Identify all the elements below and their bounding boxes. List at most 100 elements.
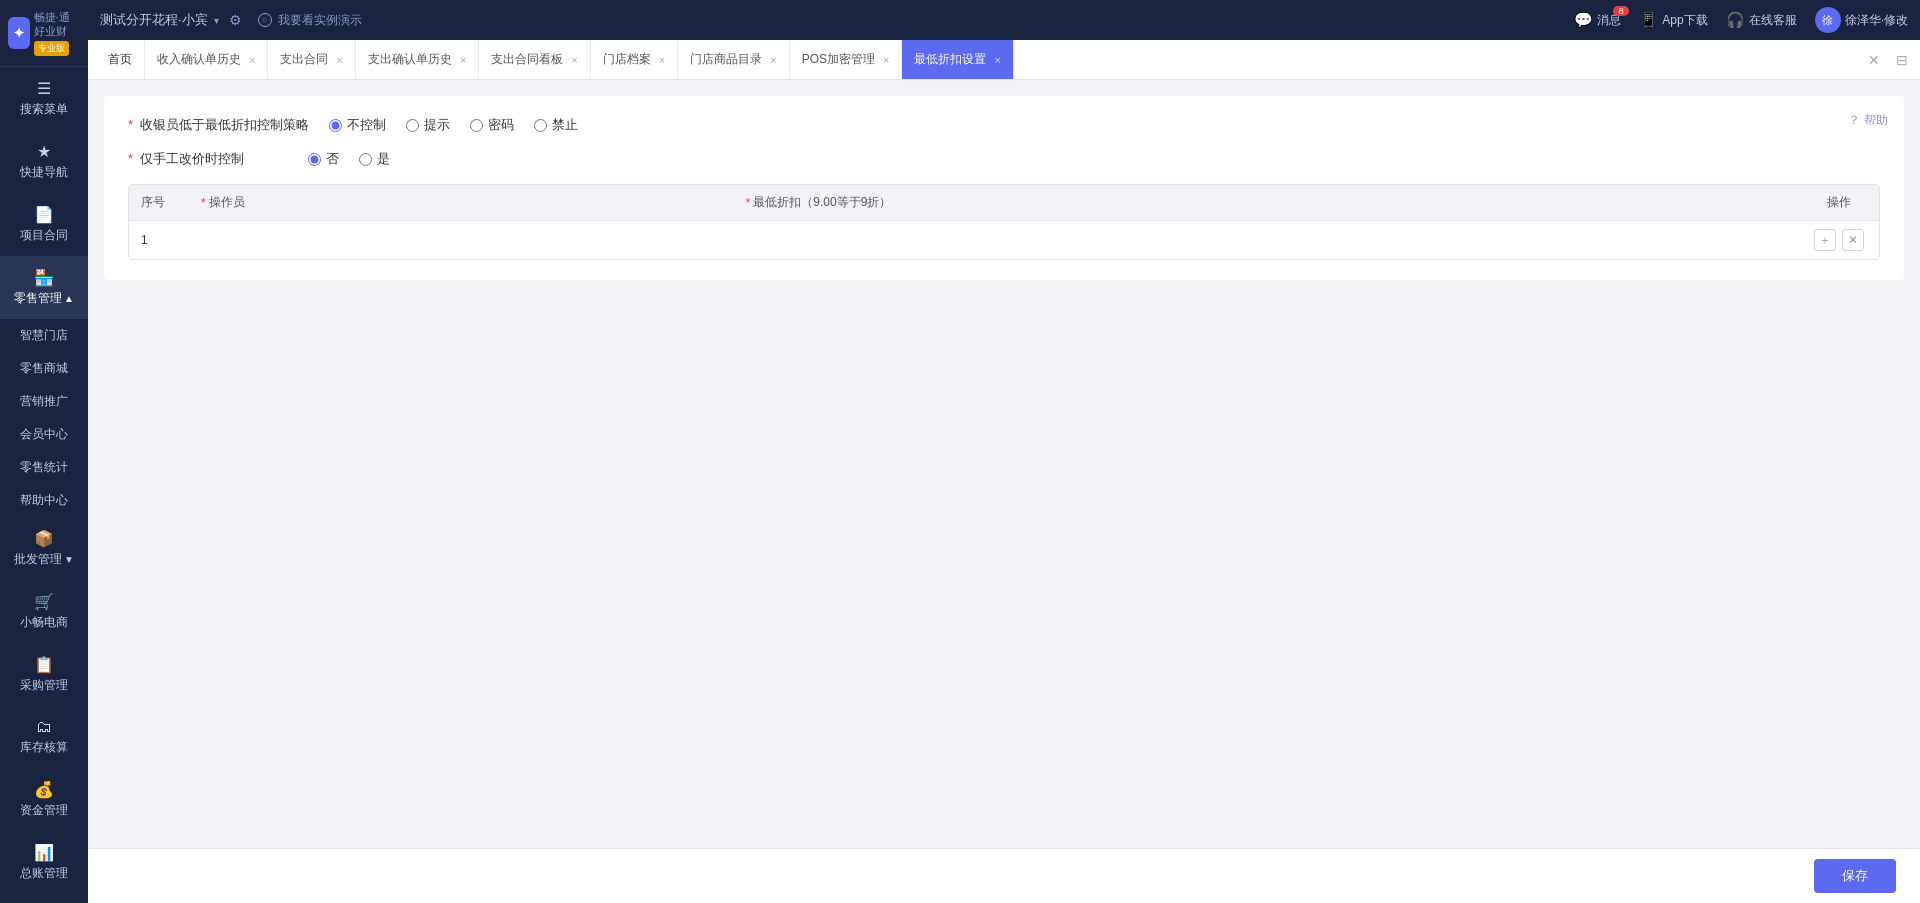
sidebar-item-ecommerce[interactable]: 零售商城 <box>0 352 88 385</box>
topbar-settings-button[interactable]: ⚙ <box>229 12 242 28</box>
wholesale-label-row: 批发管理 ▼ <box>4 551 84 568</box>
demo-link[interactable]: ○ 我要看实例演示 <box>258 12 362 29</box>
tab-store-catalog[interactable]: 门店商品目录 × <box>678 40 789 80</box>
tabbar: 首页 收入确认单历史 × 支出合同 × 支出确认单历史 × 支出合同看板 × 门… <box>88 40 1920 80</box>
messages-icon: 💬 <box>1574 11 1593 29</box>
delete-row-button[interactable]: ✕ <box>1842 229 1864 251</box>
radio-no[interactable]: 否 <box>308 150 339 168</box>
main-area: 测试分开花程·小宾 ▾ ⚙ ○ 我要看实例演示 💬 消息 8 📱 App下载 🎧… <box>88 0 1920 903</box>
col-operator-label: 操作员 <box>209 194 245 211</box>
sidebar-item-purchase[interactable]: 📋 采购管理 <box>0 643 88 706</box>
project-name: 测试分开花程·小宾 <box>100 11 208 29</box>
radio-forbid[interactable]: 禁止 <box>534 116 578 134</box>
radio-yes[interactable]: 是 <box>359 150 390 168</box>
sidebar-item-wholesale[interactable]: 📦 批发管理 ▼ <box>0 517 88 580</box>
radio-password-input[interactable] <box>470 119 483 132</box>
sidebar-item-search[interactable]: ☰ 搜索菜单 <box>0 67 88 130</box>
field2-label: * 仅手工改价时控制 <box>128 150 288 168</box>
sidebar-item-retail-stats[interactable]: 零售统计 <box>0 451 88 484</box>
tab-store-archive-close[interactable]: × <box>659 54 665 66</box>
messages-button[interactable]: 💬 消息 8 <box>1574 11 1621 29</box>
tab-min-discount-close[interactable]: × <box>994 54 1000 66</box>
sidebar-item-finance[interactable]: 💰 资金管理 <box>0 768 88 831</box>
discount-table: 序号 * 操作员 * 最低折扣（9.00等于9折） 操作 <box>128 184 1880 260</box>
radio-no-control-input[interactable] <box>329 119 342 132</box>
sidebar-item-membership[interactable]: 会员中心 <box>0 418 88 451</box>
col-header-action: 操作 <box>1799 194 1879 211</box>
cell-action-1: ＋ ✕ <box>1799 229 1879 251</box>
page-content: ？ 帮助 * 收银员低于最低折扣控制策略 不控制 提示 <box>88 80 1920 848</box>
demo-circle-icon: ○ <box>258 13 272 27</box>
sidebar-item-invoice[interactable]: 🧾 发票管理 <box>0 894 88 903</box>
sidebar-item-xcecommerce[interactable]: 🛒 小畅电商 <box>0 580 88 643</box>
sidebar-label-smart-store: 智慧门店 <box>4 327 84 344</box>
sidebar-item-marketing[interactable]: 营销推广 <box>0 385 88 418</box>
tab-expense-contract-close[interactable]: × <box>336 54 342 66</box>
sidebar: ✦ 畅捷·通好业财 专业版 ☰ 搜索菜单 ★ 快捷导航 📄 项目合同 🏪 零售管… <box>0 0 88 903</box>
sidebar-item-inventory[interactable]: 🗂 库存核算 <box>0 706 88 768</box>
sidebar-label-help: 帮助中心 <box>4 492 84 509</box>
user-name: 徐泽华·修改 <box>1845 12 1908 29</box>
app-download-button[interactable]: 📱 App下载 <box>1639 11 1707 29</box>
page-footer: 保存 <box>88 848 1920 903</box>
col-discount-label: 最低折扣（9.00等于9折） <box>753 194 891 211</box>
field1-label-text: 收银员低于最低折扣控制策略 <box>140 117 309 132</box>
sidebar-item-help[interactable]: 帮助中心 <box>0 484 88 517</box>
sidebar-item-smart-store[interactable]: 智慧门店 <box>0 319 88 352</box>
sidebar-label-retail: 零售管理 <box>14 290 62 307</box>
tab-store-catalog-label: 门店商品目录 <box>690 51 762 68</box>
radio-yes-input[interactable] <box>359 153 372 166</box>
sidebar-label-ecommerce: 零售商城 <box>4 360 84 377</box>
finance-icon: 💰 <box>4 780 84 799</box>
save-button[interactable]: 保存 <box>1814 859 1896 893</box>
radio-prompt[interactable]: 提示 <box>406 116 450 134</box>
radio-no-input[interactable] <box>308 153 321 166</box>
tab-expense-history-close[interactable]: × <box>460 54 466 66</box>
tab-income-history-label: 收入确认单历史 <box>157 51 241 68</box>
close-tab-button[interactable]: ✕ <box>1864 50 1884 70</box>
add-row-button[interactable]: ＋ <box>1814 229 1836 251</box>
online-service-button[interactable]: 🎧 在线客服 <box>1726 11 1797 29</box>
tab-pos-security[interactable]: POS加密管理 × <box>790 40 903 80</box>
tab-income-history[interactable]: 收入确认单历史 × <box>145 40 268 80</box>
project-dropdown-icon: ▾ <box>214 15 219 26</box>
tab-expense-board[interactable]: 支出合同看板 × <box>479 40 590 80</box>
project-selector[interactable]: 测试分开花程·小宾 ▾ <box>100 11 219 29</box>
project-icon: 📄 <box>4 205 84 224</box>
tab-store-catalog-close[interactable]: × <box>770 54 776 66</box>
sidebar-item-retail[interactable]: 🏪 零售管理 ▲ <box>0 256 88 319</box>
tab-home[interactable]: 首页 <box>96 40 145 80</box>
col-header-discount: * 最低折扣（9.00等于9折） <box>734 194 1799 211</box>
user-profile-button[interactable]: 徐 徐泽华·修改 <box>1815 7 1908 33</box>
radio-password[interactable]: 密码 <box>470 116 514 134</box>
settings-card: ？ 帮助 * 收银员低于最低折扣控制策略 不控制 提示 <box>104 96 1904 280</box>
retail-icon: 🏪 <box>4 268 84 287</box>
tab-income-history-close[interactable]: × <box>249 54 255 66</box>
sidebar-label-finance: 资金管理 <box>4 802 84 819</box>
col-action-label: 操作 <box>1827 194 1851 211</box>
tab-min-discount[interactable]: 最低折扣设置 × <box>902 40 1013 80</box>
app-logo: ✦ 畅捷·通好业财 专业版 <box>0 0 88 67</box>
app-download-icon: 📱 <box>1639 11 1658 29</box>
tab-pos-security-close[interactable]: × <box>883 54 889 66</box>
sidebar-label-marketing: 营销推广 <box>4 393 84 410</box>
help-button[interactable]: ？ 帮助 <box>1848 112 1888 129</box>
radio-prompt-input[interactable] <box>406 119 419 132</box>
radio-forbid-input[interactable] <box>534 119 547 132</box>
sidebar-item-project[interactable]: 📄 项目合同 <box>0 193 88 256</box>
sidebar-item-ledger[interactable]: 📊 总账管理 <box>0 831 88 894</box>
tab-expense-contract-label: 支出合同 <box>280 51 328 68</box>
topbar: 测试分开花程·小宾 ▾ ⚙ ○ 我要看实例演示 💬 消息 8 📱 App下载 🎧… <box>88 0 1920 40</box>
row1-seq: 1 <box>141 233 148 247</box>
field1-required-mark: * <box>128 117 133 132</box>
pro-badge: 专业版 <box>34 41 69 56</box>
radio-no-control[interactable]: 不控制 <box>329 116 386 134</box>
sidebar-label-search: 搜索菜单 <box>4 101 84 118</box>
tab-expense-contract[interactable]: 支出合同 × <box>268 40 355 80</box>
tab-expense-board-close[interactable]: × <box>571 54 577 66</box>
sidebar-item-quicknav[interactable]: ★ 快捷导航 <box>0 130 88 193</box>
tab-expense-history[interactable]: 支出确认单历史 × <box>356 40 479 80</box>
tab-menu-button[interactable]: ⊟ <box>1892 50 1912 70</box>
sidebar-label-project: 项目合同 <box>4 227 84 244</box>
tab-store-archive[interactable]: 门店档案 × <box>591 40 678 80</box>
